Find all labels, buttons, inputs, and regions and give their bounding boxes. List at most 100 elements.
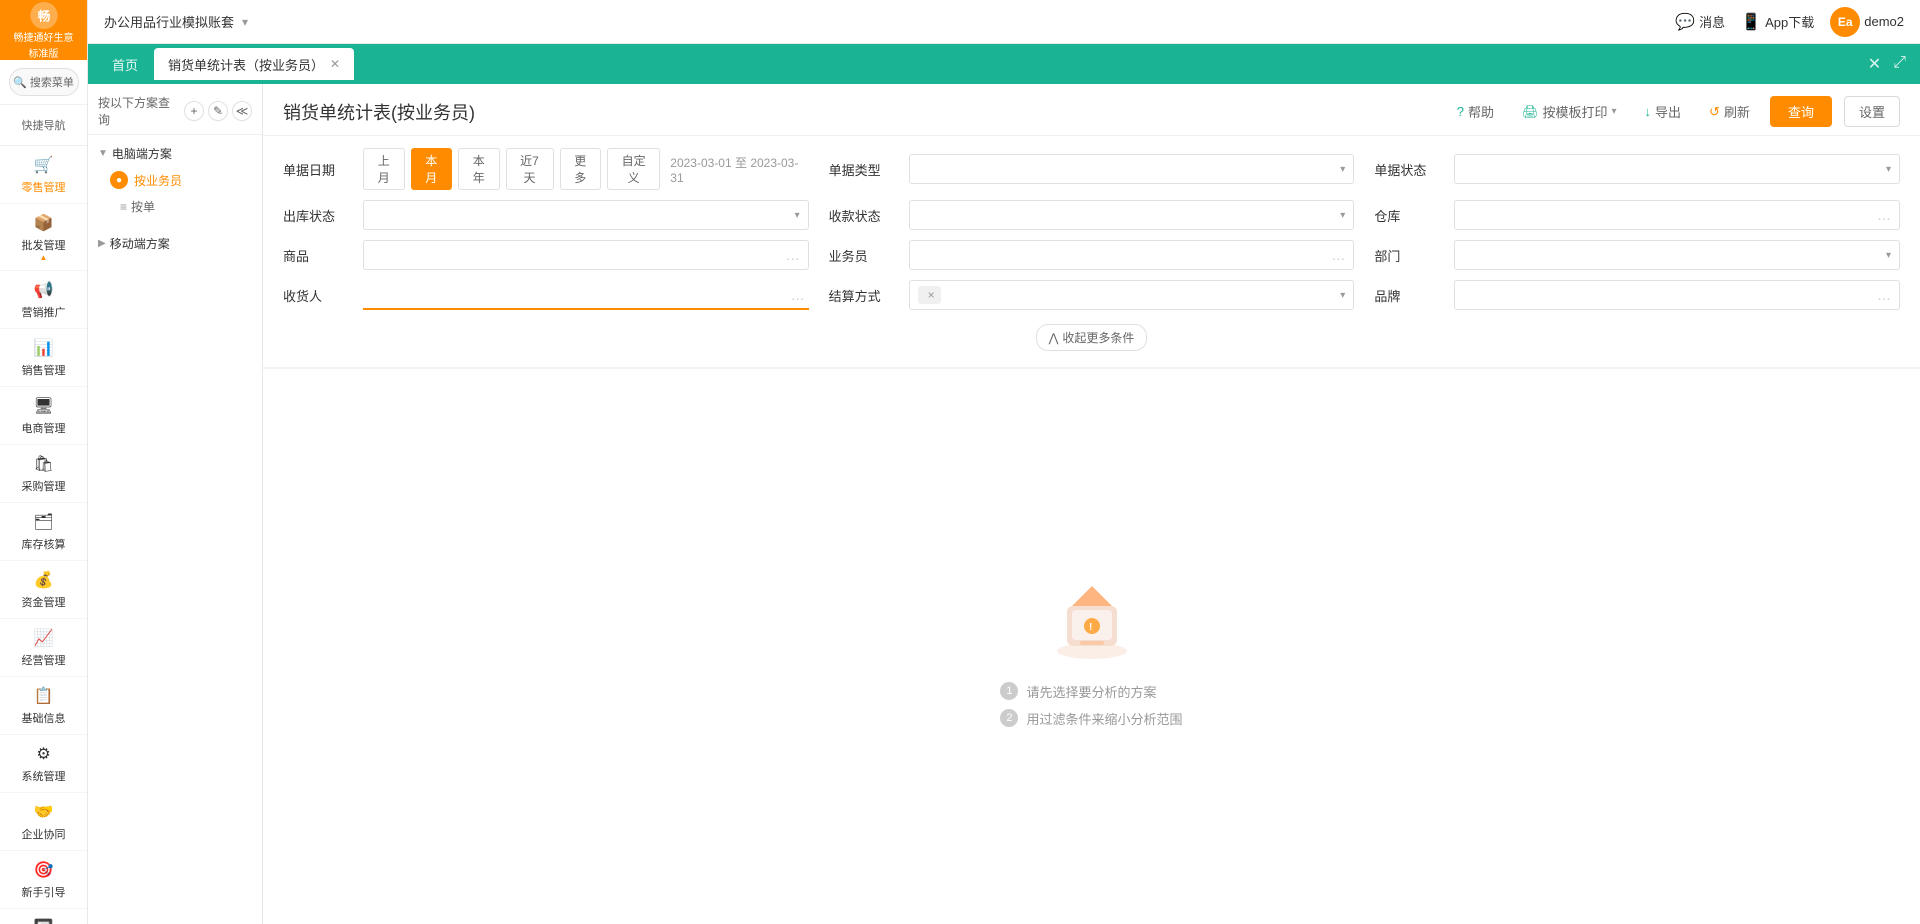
scheme-group-mobile-header[interactable]: ▶ 移动端方案: [88, 231, 262, 256]
warehouse-input[interactable]: …: [1454, 200, 1900, 230]
tab-home[interactable]: 首页: [100, 55, 150, 74]
consignee-input[interactable]: [363, 280, 809, 310]
search-menu-button[interactable]: 🔍 搜索菜单: [9, 68, 79, 96]
tab-minimize-button[interactable]: ✕: [1866, 52, 1883, 76]
order-scheme-label: 按单: [131, 198, 155, 215]
sidebar-item-marketing[interactable]: 📢 营销推广: [0, 271, 87, 329]
warehouse-more-icon[interactable]: …: [1877, 207, 1891, 223]
scheme-item-by-salesperson[interactable]: ● 按业务员: [88, 166, 262, 194]
page-header: 销货单统计表(按业务员) ? 帮助 🖨 按模板打印 ▾ ↓ 导出: [263, 84, 1920, 136]
app-logo[interactable]: 畅 畅捷通好生意 标准版: [0, 0, 88, 60]
product-input[interactable]: …: [363, 240, 809, 270]
system-icon: ⚙: [33, 743, 55, 765]
export-button[interactable]: ↓ 导出: [1637, 98, 1690, 125]
filter-receiptstatus-select[interactable]: ▾: [909, 200, 1355, 230]
filter-outstatus-select[interactable]: ▾: [363, 200, 809, 230]
scheme-subitem-by-order[interactable]: ≡ 按单: [88, 194, 262, 219]
scheme-add-button[interactable]: +: [184, 101, 204, 121]
tab-bar-actions: ✕ ⤢: [1866, 52, 1908, 76]
sales-label: 销售管理: [22, 362, 66, 378]
sidebar-item-wholesale[interactable]: 📦 批发管理 ▲: [0, 204, 87, 271]
message-button[interactable]: 💬 消息: [1675, 12, 1725, 32]
app-download-button[interactable]: 📱 App下载: [1741, 12, 1814, 32]
date-this-month[interactable]: 本月: [411, 148, 453, 190]
main-area: 办公用品行业模拟账套 ▾ 💬 消息 📱 App下载 Ea demo2 首页: [88, 0, 1920, 924]
filter-row-3: 商品 … 业务员 …: [283, 240, 1900, 270]
tab-close-icon[interactable]: ✕: [330, 57, 340, 71]
print-dropdown-icon: ▾: [1612, 106, 1617, 117]
scheme-collapse-button[interactable]: ≪: [232, 101, 252, 121]
filter-product-cell: 商品 …: [283, 240, 809, 270]
quick-nav-button[interactable]: 快捷导航: [9, 111, 79, 139]
filter-row-1: 单据日期 上月 本月 本年 近7天 更多 自定义 2023-03-01 至 20…: [283, 148, 1900, 190]
collapse-button[interactable]: ⋀ 收起更多条件: [1036, 324, 1148, 351]
scheme-header-icons: + ✎ ≪: [184, 101, 252, 121]
sidebar-item-appcenter[interactable]: 🔲 应用中心: [0, 909, 87, 924]
salesperson-more-icon[interactable]: …: [1331, 247, 1345, 263]
finance-label: 资金管理: [22, 594, 66, 610]
user-profile[interactable]: Ea demo2: [1830, 7, 1904, 37]
scheme-edit-button[interactable]: ✎: [208, 101, 228, 121]
query-button[interactable]: 查询: [1770, 96, 1832, 127]
scheme-group-desktop-header[interactable]: ▼ 电脑端方案: [88, 141, 262, 166]
filter-brand-label: 品牌: [1374, 286, 1454, 305]
mobile-group-label: 移动端方案: [110, 235, 170, 252]
filter-area: 单据日期 上月 本月 本年 近7天 更多 自定义 2023-03-01 至 20…: [263, 136, 1920, 367]
refresh-button[interactable]: ↺ 刷新: [1701, 98, 1758, 125]
filter-department-select[interactable]: ▾: [1454, 240, 1900, 270]
filter-docstatus-select[interactable]: ▾: [1454, 154, 1900, 184]
date-this-year[interactable]: 本年: [458, 148, 500, 190]
filter-salesperson-label: 业务员: [829, 246, 909, 265]
filter-date-label: 单据日期: [283, 160, 363, 179]
date-last-month[interactable]: 上月: [363, 148, 405, 190]
filter-payment-select[interactable]: × ▾: [909, 280, 1355, 310]
print-label: 按模板打印: [1542, 102, 1607, 121]
filter-doctype-label: 单据类型: [829, 160, 909, 179]
sidebar-item-basic[interactable]: 📋 基础信息: [0, 677, 87, 735]
sidebar-item-system[interactable]: ⚙ 系统管理: [0, 735, 87, 793]
tab-active[interactable]: 销货单统计表（按业务员） ✕: [154, 48, 354, 80]
brand-more-icon[interactable]: …: [1877, 287, 1891, 303]
sidebar-item-business[interactable]: 📈 经营管理: [0, 619, 87, 677]
print-button[interactable]: 🖨 按模板打印 ▾: [1514, 98, 1625, 125]
consignee-more-icon[interactable]: …: [791, 287, 805, 303]
date-last-7-days[interactable]: 近7天: [506, 148, 554, 190]
sidebar-item-inventory[interactable]: 🗂 库存核算: [0, 503, 87, 561]
sidebar-item-sales[interactable]: 📊 销售管理: [0, 329, 87, 387]
appcenter-icon: 🔲: [33, 917, 55, 924]
user-name: demo2: [1864, 14, 1904, 29]
filter-consignee-cell: 收货人 …: [283, 280, 809, 310]
sidebar-item-purchase[interactable]: 🛍 采购管理: [0, 445, 87, 503]
quick-nav-label: 快捷导航: [22, 117, 66, 133]
brand-input[interactable]: …: [1454, 280, 1900, 310]
business-label: 经营管理: [22, 652, 66, 668]
sidebar-item-enterprise[interactable]: 🤝 企业协同: [0, 793, 87, 851]
salesperson-input[interactable]: …: [909, 240, 1355, 270]
tip-text-1: 请先选择要分析的方案: [1026, 682, 1156, 701]
topbar-dropdown-icon[interactable]: ▾: [242, 15, 248, 29]
filter-date-group: 上月 本月 本年 近7天 更多 自定义 2023-03-01 至 2023-03…: [363, 148, 809, 190]
export-label: 导出: [1655, 102, 1681, 121]
page-title: 销货单统计表(按业务员): [283, 99, 475, 125]
payment-tag-remove[interactable]: ×: [928, 288, 935, 302]
filter-payment-control: × ▾: [909, 280, 1355, 310]
empty-tip-2: 2 用过滤条件来缩小分析范围: [1000, 709, 1182, 728]
product-more-icon[interactable]: …: [786, 247, 800, 263]
date-custom[interactable]: 自定义: [607, 148, 660, 190]
sidebar-item-retail[interactable]: 🛒 零售管理: [0, 146, 87, 204]
help-button[interactable]: ? 帮助: [1449, 98, 1502, 125]
sidebar-item-finance[interactable]: 💰 资金管理: [0, 561, 87, 619]
sidebar-item-newuser[interactable]: 🎯 新手引导: [0, 851, 87, 909]
docstatus-select-arrow: ▾: [1886, 164, 1891, 175]
scheme-header: 按以下方案查询 + ✎ ≪: [88, 84, 262, 135]
tab-expand-button[interactable]: ⤢: [1891, 52, 1908, 76]
marketing-icon: 📢: [33, 279, 55, 301]
filter-doctype-select[interactable]: ▾: [909, 154, 1355, 184]
date-more[interactable]: 更多: [560, 148, 602, 190]
newuser-icon: 🎯: [33, 859, 55, 881]
order-scheme-icon: ≡: [120, 200, 127, 214]
settings-button[interactable]: 设置: [1844, 96, 1900, 127]
sidebar-item-ecommerce[interactable]: 🖥 电商管理: [0, 387, 87, 445]
refresh-label: 刷新: [1724, 102, 1750, 121]
search-area: 🔍 搜索菜单: [0, 60, 87, 105]
